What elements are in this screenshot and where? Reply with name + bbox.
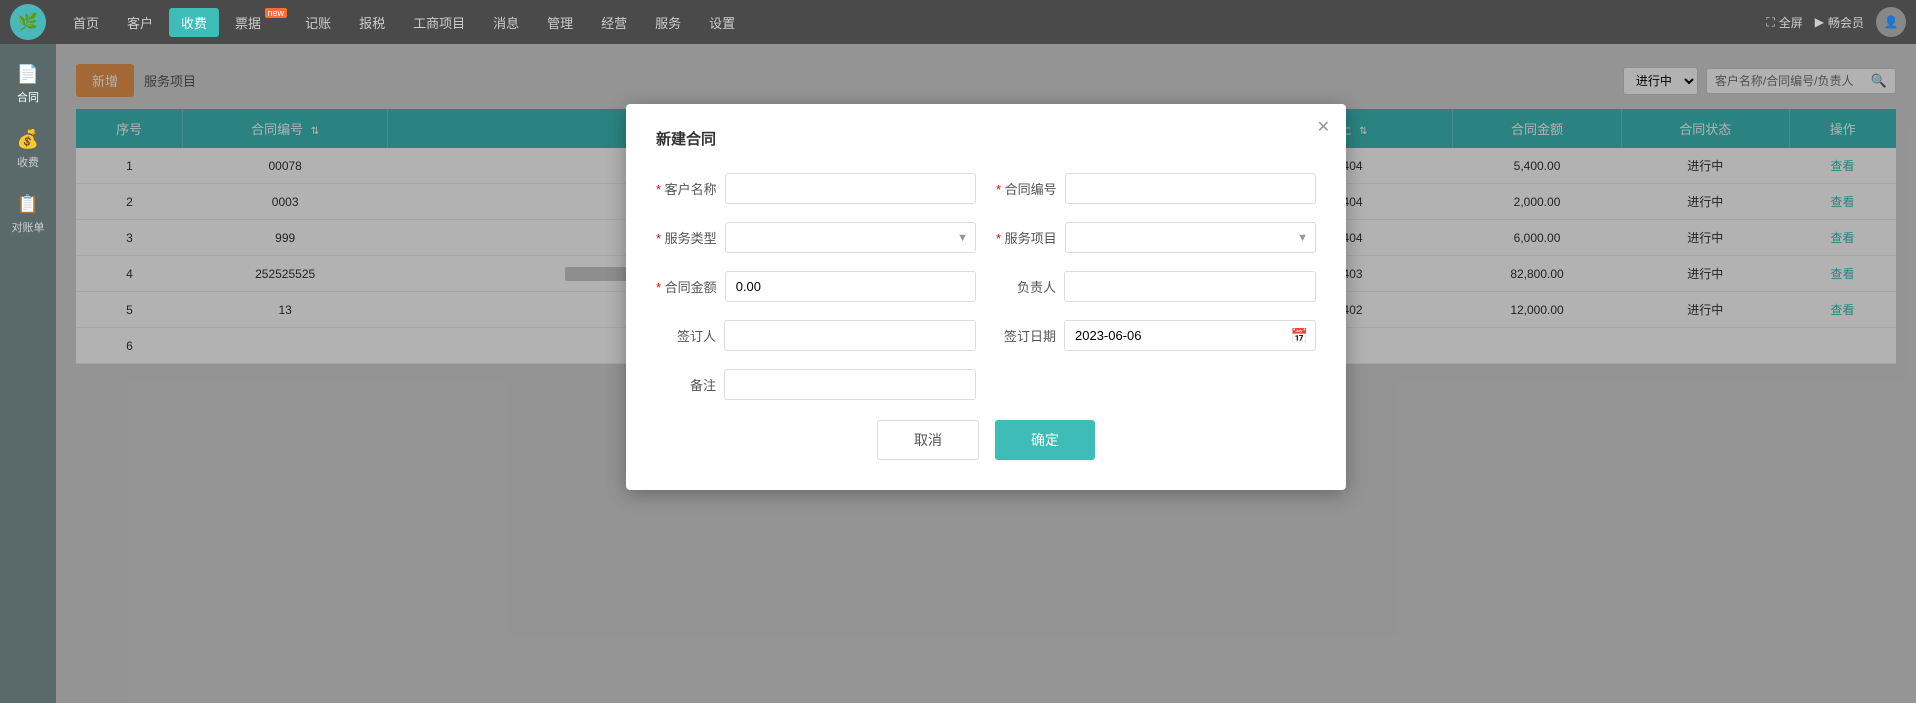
main-layout: 📄 合同 💰 收费 📋 对账单 新增 服务项目 进行中 🔍: [0, 44, 1916, 703]
nav-items: 首页 客户 收费 票据 new 记账 报税 工商项目 消息 管理 经营 服务 设…: [61, 8, 1766, 37]
vip-button[interactable]: ▶ 畅会员: [1815, 14, 1864, 31]
responsible-label: 负责人: [996, 277, 1056, 296]
modal-footer: 取消 确定: [656, 420, 1316, 460]
nav-item-settings[interactable]: 设置: [697, 8, 747, 37]
nav-item-industry[interactable]: 工商项目: [401, 8, 477, 37]
signer-input[interactable]: [724, 320, 976, 351]
nav-item-customer[interactable]: 客户: [115, 8, 165, 37]
nav-item-message[interactable]: 消息: [481, 8, 531, 37]
service-item-select[interactable]: [1065, 222, 1316, 253]
confirm-button[interactable]: 确定: [995, 420, 1095, 460]
service-item-select-wrap: ▼: [1065, 222, 1316, 253]
form-group-signer: 签订人: [656, 320, 976, 351]
nav-item-operation[interactable]: 经营: [589, 8, 639, 37]
amount-input[interactable]: [725, 271, 976, 302]
fullscreen-icon: ⛶: [1766, 15, 1774, 30]
form-group-customer: 客户名称: [656, 173, 976, 204]
customer-label: 客户名称: [656, 179, 717, 198]
new-badge: new: [265, 8, 288, 18]
nav-right: ⛶ 全屏 ▶ 畅会员 👤: [1766, 7, 1906, 37]
form-row-2: 服务类型 ▼ 服务项目: [656, 222, 1316, 253]
service-type-select[interactable]: [725, 222, 976, 253]
signer-label: 签订人: [656, 326, 716, 345]
cancel-button[interactable]: 取消: [877, 420, 979, 460]
sidebar-item-contract[interactable]: 📄 合同: [2, 54, 54, 115]
nav-item-tax[interactable]: 报税: [347, 8, 397, 37]
vip-icon: ▶: [1815, 15, 1824, 29]
nav-item-charge[interactable]: 收费: [169, 8, 219, 37]
sign-date-wrap: 📅: [1064, 320, 1316, 351]
form-row-1: 客户名称 合同编号: [656, 173, 1316, 204]
form-row-4: 签订人 签订日期 📅: [656, 320, 1316, 351]
notes-input[interactable]: [724, 369, 976, 400]
modal-title: 新建合同: [656, 128, 1316, 149]
statement-icon: 📋: [17, 194, 39, 215]
sidebar: 📄 合同 💰 收费 📋 对账单: [0, 44, 56, 703]
form-group-notes: 备注: [656, 369, 976, 400]
sidebar-item-charge[interactable]: 💰 收费: [2, 119, 54, 180]
responsible-input[interactable]: [1064, 271, 1316, 302]
amount-label: 合同金额: [656, 277, 717, 296]
modal-close-button[interactable]: ✕: [1317, 120, 1330, 136]
nav-item-ticket[interactable]: 票据 new: [223, 8, 289, 37]
avatar[interactable]: 👤: [1876, 7, 1906, 37]
fullscreen-button[interactable]: ⛶ 全屏: [1766, 14, 1802, 31]
charge-icon: 💰: [17, 129, 39, 150]
contract-icon: 📄: [17, 64, 39, 85]
contract-no-input[interactable]: [1065, 173, 1316, 204]
form-group-service-type: 服务类型 ▼: [656, 222, 976, 253]
modal-overlay: 新建合同 ✕ 客户名称 合同编号 服务类型: [56, 44, 1916, 703]
calendar-icon[interactable]: 📅: [1291, 327, 1308, 344]
service-type-label: 服务类型: [656, 228, 717, 247]
form-group-sign-date: 签订日期 📅: [996, 320, 1316, 351]
form-group-amount: 合同金额: [656, 271, 976, 302]
notes-label: 备注: [656, 375, 716, 394]
nav-item-service[interactable]: 服务: [643, 8, 693, 37]
modal-dialog: 新建合同 ✕ 客户名称 合同编号 服务类型: [626, 104, 1346, 490]
form-row-3: 合同金额 负责人: [656, 271, 1316, 302]
sign-date-input[interactable]: [1064, 320, 1316, 351]
form-group-responsible: 负责人: [996, 271, 1316, 302]
nav-item-bookkeeping[interactable]: 记账: [293, 8, 343, 37]
top-nav: 🌿 首页 客户 收费 票据 new 记账 报税 工商项目 消息 管理 经营 服务…: [0, 0, 1916, 44]
sidebar-item-statement[interactable]: 📋 对账单: [2, 184, 54, 245]
customer-input[interactable]: [725, 173, 976, 204]
contract-no-label: 合同编号: [996, 179, 1057, 198]
sign-date-label: 签订日期: [996, 326, 1056, 345]
service-type-select-wrap: ▼: [725, 222, 976, 253]
content-area: 新增 服务项目 进行中 🔍 序号 合同编号 ⇅: [56, 44, 1916, 703]
form-group-contract-no: 合同编号: [996, 173, 1316, 204]
service-item-label: 服务项目: [996, 228, 1057, 247]
form-row-5: 备注: [656, 369, 1316, 400]
nav-item-manage[interactable]: 管理: [535, 8, 585, 37]
logo: 🌿: [10, 4, 46, 40]
nav-item-home[interactable]: 首页: [61, 8, 111, 37]
form-group-service-item: 服务项目 ▼: [996, 222, 1316, 253]
